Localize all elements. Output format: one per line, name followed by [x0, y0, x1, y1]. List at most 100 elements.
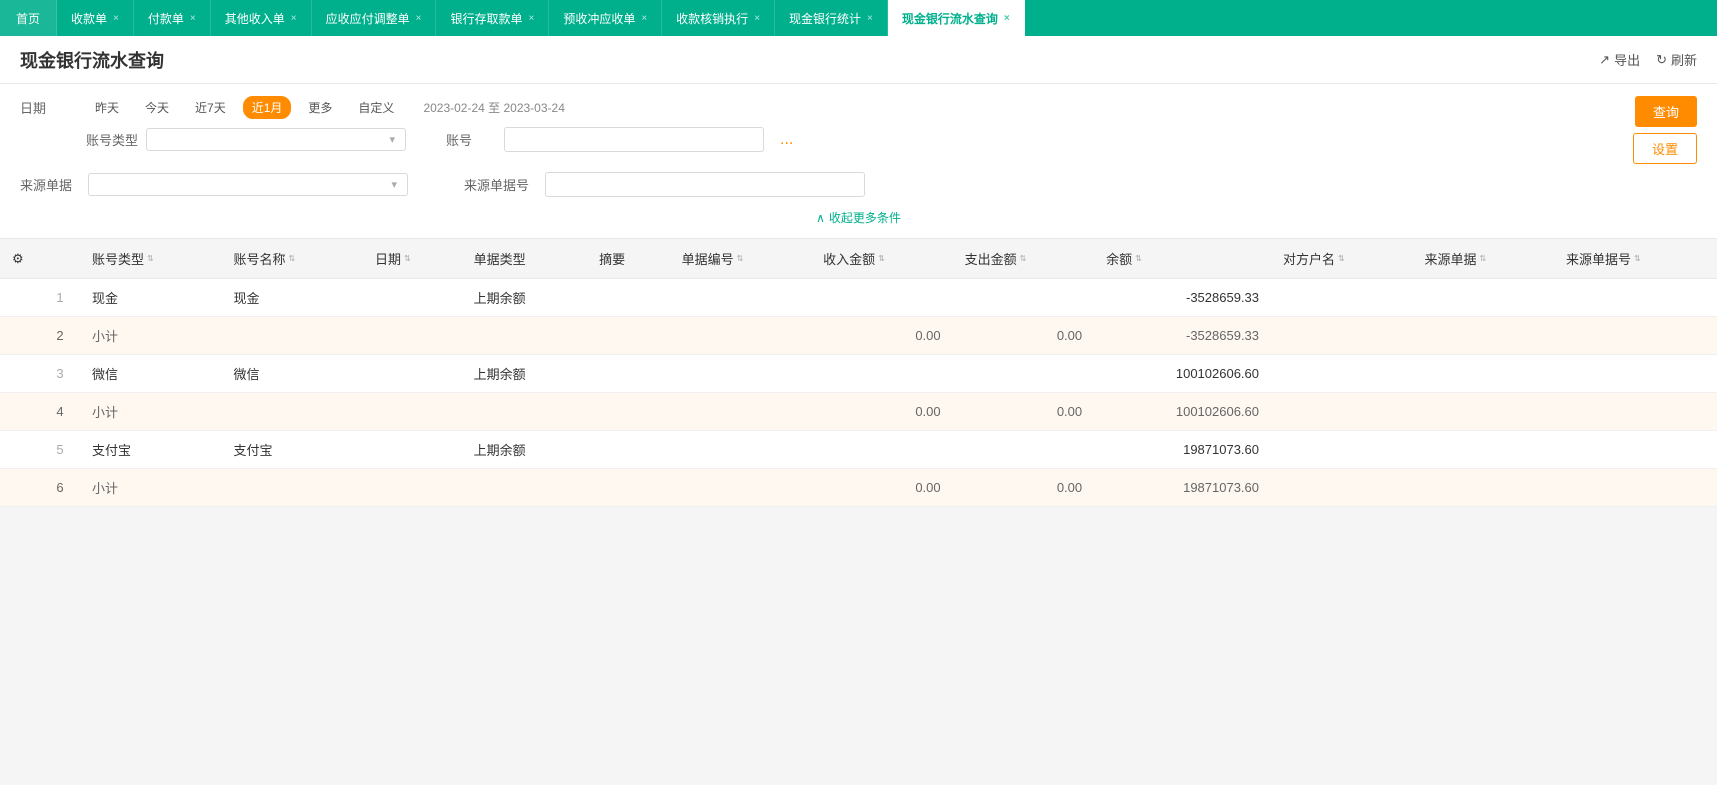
source-doc-select[interactable]: ▾: [88, 173, 408, 196]
td-settings: [0, 317, 40, 355]
date-btn-today[interactable]: 今天: [136, 96, 178, 119]
export-button[interactable]: ↗ 导出: [1599, 50, 1640, 69]
td-doc-num: [670, 355, 812, 393]
close-receipt-verify-icon[interactable]: ×: [754, 13, 760, 24]
nav-tab-home[interactable]: 首页: [0, 0, 57, 36]
td-summary: [587, 355, 670, 393]
table-settings-icon[interactable]: ⚙: [12, 251, 24, 266]
td-account-name: 现金: [222, 279, 364, 317]
filter-actions: 查询 设置: [1633, 96, 1697, 164]
page-title: 现金银行流水查询: [20, 47, 164, 73]
nav-tab-prepaid-offset[interactable]: 预收冲应收单 ×: [549, 0, 662, 36]
td-account-type: 小计: [80, 317, 222, 355]
refresh-label: 刷新: [1671, 50, 1697, 69]
close-other-income-icon[interactable]: ×: [291, 13, 297, 24]
td-row-num: 5: [40, 431, 80, 469]
td-summary: [587, 317, 670, 355]
td-account-name: [222, 469, 364, 507]
td-row-num: 3: [40, 355, 80, 393]
close-cash-stats-icon[interactable]: ×: [867, 13, 873, 24]
nav-tab-ar-ap-adjust[interactable]: 应收应付调整单 ×: [312, 0, 437, 36]
header-actions: ↗ 导出 ↻ 刷新: [1599, 50, 1697, 69]
td-source-doc-num: [1554, 355, 1717, 393]
td-source-doc: [1413, 469, 1555, 507]
collapse-label: 收起更多条件: [829, 209, 901, 226]
td-summary: [587, 393, 670, 431]
td-expense: 0.00: [953, 393, 1095, 431]
date-btn-more[interactable]: 更多: [299, 96, 341, 119]
sort-balance-icon: ⇅: [1135, 254, 1142, 263]
sort-source-doc-num-icon: ⇅: [1634, 254, 1641, 263]
account-dots-button[interactable]: ...: [780, 131, 793, 149]
th-income[interactable]: 收入金额 ⇅: [811, 239, 953, 279]
td-source-doc: [1413, 279, 1555, 317]
td-income: 0.00: [811, 469, 953, 507]
close-ar-ap-adjust-icon[interactable]: ×: [416, 13, 422, 24]
query-button[interactable]: 查询: [1635, 96, 1697, 127]
export-icon: ↗: [1599, 52, 1610, 68]
th-source-doc[interactable]: 来源单据 ⇅: [1413, 239, 1555, 279]
td-row-num: 4: [40, 393, 80, 431]
nav-tab-receipt[interactable]: 收款单 ×: [57, 0, 134, 36]
settings-button[interactable]: 设置: [1633, 133, 1697, 164]
nav-tab-other-income[interactable]: 其他收入单 ×: [211, 0, 312, 36]
sort-source-doc-icon: ⇅: [1480, 254, 1487, 263]
th-account-name[interactable]: 账号名称 ⇅: [222, 239, 364, 279]
th-expense[interactable]: 支出金额 ⇅: [953, 239, 1095, 279]
close-cash-flow-query-icon[interactable]: ×: [1004, 13, 1010, 24]
date-btn-7days[interactable]: 近7天: [186, 96, 235, 119]
source-doc-num-input[interactable]: [545, 172, 865, 197]
nav-tab-cash-stats[interactable]: 现金银行统计 ×: [775, 0, 888, 36]
account-type-select[interactable]: ▾: [146, 128, 406, 151]
td-summary: [587, 431, 670, 469]
nav-tab-ar-ap-adjust-label: 应收应付调整单: [326, 10, 410, 27]
nav-tab-receipt-verify[interactable]: 收款核销执行 ×: [662, 0, 775, 36]
source-doc-filter-label: 来源单据: [20, 175, 72, 194]
nav-tab-prepaid-offset-label: 预收冲应收单: [563, 10, 635, 27]
table-row: 2小计0.000.00-3528659.33: [0, 317, 1717, 355]
td-date: [363, 431, 462, 469]
td-source-doc-num: [1554, 431, 1717, 469]
td-counterparty: [1271, 317, 1413, 355]
th-doc-num[interactable]: 单据编号 ⇅: [670, 239, 812, 279]
account-filter-label: 账号: [446, 130, 496, 149]
account-input[interactable]: [504, 127, 764, 152]
collapse-button[interactable]: ∧ 收起更多条件: [816, 209, 901, 226]
td-settings: [0, 431, 40, 469]
th-balance[interactable]: 余额 ⇅: [1094, 239, 1271, 279]
nav-tab-payment[interactable]: 付款单 ×: [134, 0, 211, 36]
date-btn-custom[interactable]: 自定义: [349, 96, 403, 119]
th-date[interactable]: 日期 ⇅: [363, 239, 462, 279]
th-counterparty[interactable]: 对方户名 ⇅: [1271, 239, 1413, 279]
td-account-type: 小计: [80, 393, 222, 431]
refresh-button[interactable]: ↻ 刷新: [1656, 50, 1697, 69]
date-btn-1month[interactable]: 近1月: [243, 96, 292, 119]
th-summary: 摘要: [587, 239, 670, 279]
close-receipt-icon[interactable]: ×: [113, 13, 119, 24]
td-doc-type: 上期余额: [462, 279, 587, 317]
th-account-type[interactable]: 账号类型 ⇅: [80, 239, 222, 279]
filter-area: 日期 昨天 今天 近7天 近1月 更多 自定义 2023-02-24 至 202…: [0, 84, 1717, 239]
sort-counterparty-icon: ⇅: [1338, 254, 1345, 263]
td-row-num: 6: [40, 469, 80, 507]
td-income: [811, 355, 953, 393]
td-date: [363, 355, 462, 393]
td-doc-type: [462, 393, 587, 431]
th-source-doc-num[interactable]: 来源单据号 ⇅: [1554, 239, 1717, 279]
table-row: 1现金现金上期余额-3528659.33: [0, 279, 1717, 317]
close-bank-deposit-icon[interactable]: ×: [528, 13, 534, 24]
filter-row-date: 日期 昨天 今天 近7天 近1月 更多 自定义 2023-02-24 至 202…: [20, 96, 1613, 119]
th-row-num: [40, 239, 80, 279]
td-date: [363, 469, 462, 507]
close-prepaid-offset-icon[interactable]: ×: [641, 13, 647, 24]
th-settings[interactable]: ⚙: [0, 239, 40, 279]
td-income: [811, 279, 953, 317]
nav-tab-bank-deposit-label: 银行存取款单: [450, 10, 522, 27]
nav-tab-bank-deposit[interactable]: 银行存取款单 ×: [436, 0, 549, 36]
date-btn-yesterday[interactable]: 昨天: [86, 96, 128, 119]
close-payment-icon[interactable]: ×: [190, 13, 196, 24]
sort-income-icon: ⇅: [878, 254, 885, 263]
td-doc-type: 上期余额: [462, 355, 587, 393]
nav-tab-cash-flow-query[interactable]: 现金银行流水查询 ×: [888, 0, 1025, 36]
td-settings: [0, 469, 40, 507]
